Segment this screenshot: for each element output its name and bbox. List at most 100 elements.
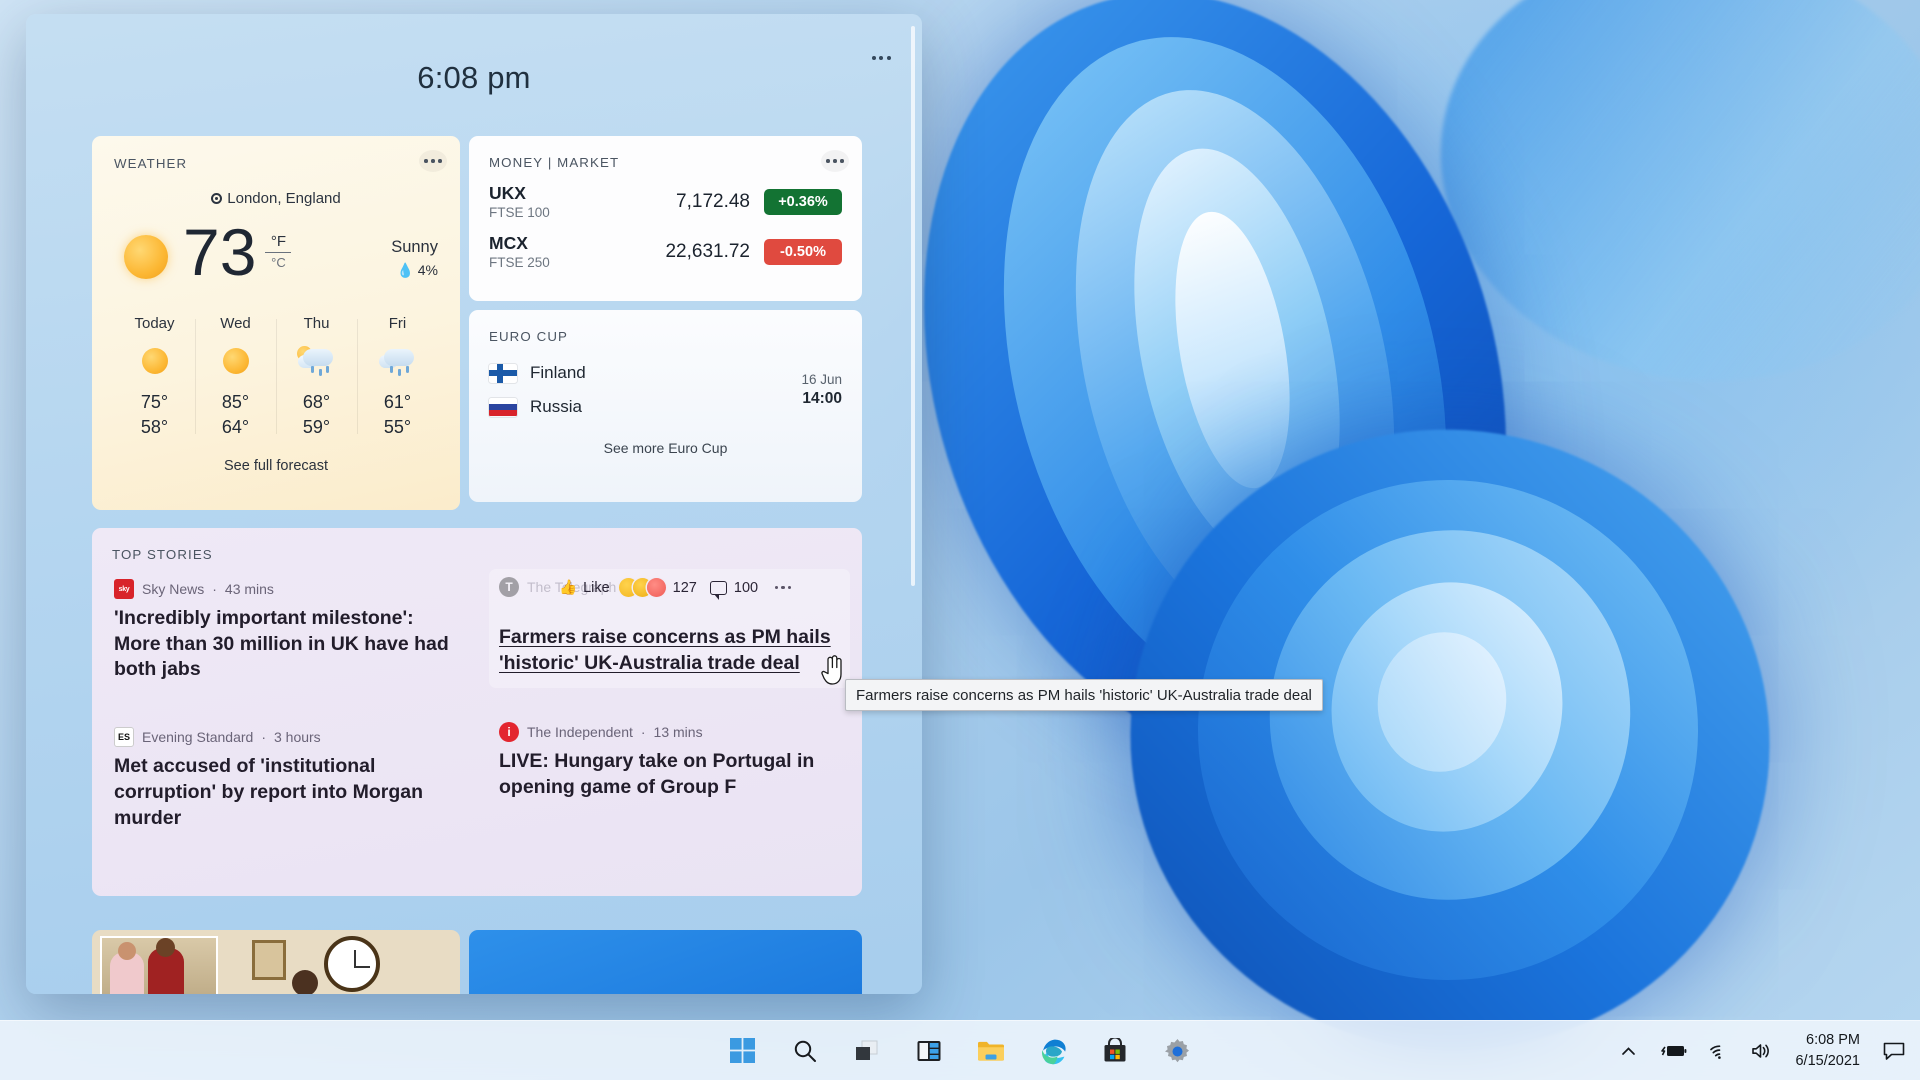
forecast-day[interactable]: Wed 85° 64° (195, 315, 276, 438)
taskbar-clock[interactable]: 6:08 PM 6/15/2021 (1795, 1030, 1860, 1072)
unit-celsius[interactable]: °C (265, 255, 291, 270)
weather-unit-toggle[interactable]: °F °C (265, 233, 292, 270)
forecast-day[interactable]: Thu 68° 59° (276, 315, 357, 438)
finland-flag-icon (489, 363, 517, 383)
wifi-icon[interactable] (1709, 1043, 1729, 1060)
reaction-count: 127 (672, 579, 697, 596)
euro-cup-header: EURO CUP (489, 329, 568, 344)
comment-icon (709, 580, 727, 600)
widgets-panel: 6:08 pm WEATHER London, England 73 °F °C… (26, 14, 922, 994)
forecast-day[interactable]: Today 75° 58° (114, 315, 195, 438)
match-schedule: 16 Jun 14:00 (801, 372, 842, 408)
forecast-high: 61° (383, 392, 412, 412)
independent-logo-icon: i (499, 722, 519, 743)
top-stories-widget: TOP STORIES sky Sky News · 43 mins 'Incr… (92, 528, 862, 896)
unit-fahrenheit[interactable]: °F (265, 233, 291, 250)
forecast-day-name: Fri (388, 315, 407, 332)
market-change-badge: +0.36% (764, 188, 842, 215)
top-stories-header: TOP STORIES (112, 547, 213, 562)
widgets-button[interactable] (912, 1034, 946, 1068)
partial-blue-card[interactable] (469, 930, 862, 994)
volume-icon[interactable] (1751, 1042, 1773, 1060)
story-headline[interactable]: 'Incredibly important milestone': More t… (114, 606, 455, 683)
story-headline[interactable]: Met accused of 'institutional corruption… (114, 754, 455, 831)
tooltip-text: Farmers raise concerns as PM hails 'hist… (856, 686, 1312, 704)
mouse-cursor-hand-icon (821, 655, 842, 685)
comment-button[interactable]: 100 (709, 580, 758, 600)
team-name: Russia (530, 397, 582, 416)
widgets-panel-more-icon[interactable] (866, 46, 896, 70)
show-hidden-icons-button[interactable] (1620, 1043, 1637, 1060)
news-story-hovered[interactable]: T The Telegraph 👍 Like 127 100 Farmers r… (489, 569, 850, 689)
weather-widget[interactable]: WEATHER London, England 73 °F °C Sunny 💧… (92, 136, 460, 510)
weather-temperature: 73 (183, 215, 257, 289)
news-story[interactable]: i The Independent · 13 mins LIVE: Hungar… (499, 712, 840, 804)
photo-story-card[interactable] (92, 930, 460, 994)
money-header: MONEY | MARKET (489, 155, 620, 170)
market-symbol: UKX (489, 183, 526, 203)
story-age: 3 hours (273, 729, 321, 746)
see-more-euro-cup-link[interactable]: See more Euro Cup (489, 440, 842, 456)
widgets-panel-clock: 6:08 pm (417, 60, 531, 95)
clock-date: 6/15/2021 (1795, 1053, 1860, 1069)
widgets-card-area: WEATHER London, England 73 °F °C Sunny 💧… (92, 136, 862, 896)
story-age: 43 mins (224, 581, 274, 597)
story-tooltip: Farmers raise concerns as PM hails 'hist… (845, 679, 1323, 711)
rain-icon (357, 338, 438, 384)
store-button[interactable] (1098, 1034, 1132, 1068)
see-full-forecast-link[interactable]: See full forecast (114, 458, 438, 474)
euro-cup-widget[interactable]: EURO CUP Finland Russia 16 Jun 14:00 See… (469, 310, 862, 502)
weather-more-icon[interactable] (419, 150, 447, 172)
forecast-low: 58° (140, 417, 169, 437)
story-age: 13 mins (653, 724, 703, 741)
story-source-name: Evening Standard (142, 729, 254, 746)
battery-icon[interactable] (1659, 1042, 1687, 1060)
story-source: i The Independent · 13 mins (499, 722, 840, 743)
sky-news-logo-icon: sky (114, 579, 134, 599)
widgets-scrollbar[interactable] (911, 26, 915, 586)
stories-right-column: T The Telegraph 👍 Like 127 100 Farmers r… (477, 569, 862, 835)
forecast-low: 59° (302, 417, 331, 437)
story-headline[interactable]: LIVE: Hungary take on Portugal in openin… (499, 749, 840, 800)
market-change-badge: -0.50% (764, 238, 842, 265)
story-source-name: Sky News (142, 581, 205, 597)
taskbar: 6:08 PM 6/15/2021 (0, 1020, 1920, 1080)
news-story[interactable]: sky Sky News · 43 mins 'Incredibly impor… (114, 569, 455, 687)
forecast-day[interactable]: Fri 61° 55° (357, 315, 438, 438)
wallpaper-bloom (833, 0, 1920, 1080)
sunny-icon (195, 338, 276, 384)
edge-button[interactable] (1036, 1034, 1070, 1068)
search-button[interactable] (788, 1034, 822, 1068)
market-value: 7,172.48 (676, 190, 750, 212)
match-teams: Finland Russia (489, 356, 801, 424)
market-value: 22,631.72 (665, 240, 750, 262)
money-market-widget[interactable]: MONEY | MARKET UKX FTSE 100 7,172.48 +0.… (469, 136, 862, 301)
start-button[interactable] (726, 1034, 760, 1068)
story-source-name: The Independent (527, 724, 633, 741)
story-reaction-bar[interactable]: 👍 Like 127 100 (559, 578, 792, 600)
notifications-icon[interactable] (1882, 1040, 1906, 1062)
story-headline[interactable]: Farmers raise concerns as PM hails 'hist… (499, 625, 840, 676)
settings-button[interactable] (1160, 1034, 1194, 1068)
story-more-icon[interactable] (775, 585, 792, 590)
story-source: sky Sky News · 43 mins (114, 579, 455, 599)
weather-precipitation-value: 4% (417, 262, 438, 278)
market-row[interactable]: MCX FTSE 250 22,631.72 -0.50% (489, 233, 842, 270)
market-index-name: FTSE 100 (489, 205, 550, 221)
thumbs-up-icon: 👍 (559, 580, 578, 596)
system-tray: 6:08 PM 6/15/2021 (1620, 1021, 1906, 1080)
match-date: 16 Jun (801, 372, 842, 387)
task-view-button[interactable] (850, 1034, 884, 1068)
like-button[interactable]: 👍 Like (559, 579, 610, 597)
news-story[interactable]: ES Evening Standard · 3 hours Met accuse… (114, 717, 455, 835)
weather-header: WEATHER (114, 156, 188, 171)
reaction-emojis[interactable]: 127 (618, 578, 697, 597)
location-pin-icon (211, 193, 223, 204)
market-row[interactable]: UKX FTSE 100 7,172.48 +0.36% (489, 183, 842, 220)
forecast-high: 85° (221, 392, 250, 412)
story-source: ES Evening Standard · 3 hours (114, 727, 455, 748)
file-explorer-button[interactable] (974, 1034, 1008, 1068)
money-more-icon[interactable] (821, 150, 849, 172)
weather-location: London, England (114, 190, 438, 207)
match-time: 14:00 (802, 390, 842, 407)
